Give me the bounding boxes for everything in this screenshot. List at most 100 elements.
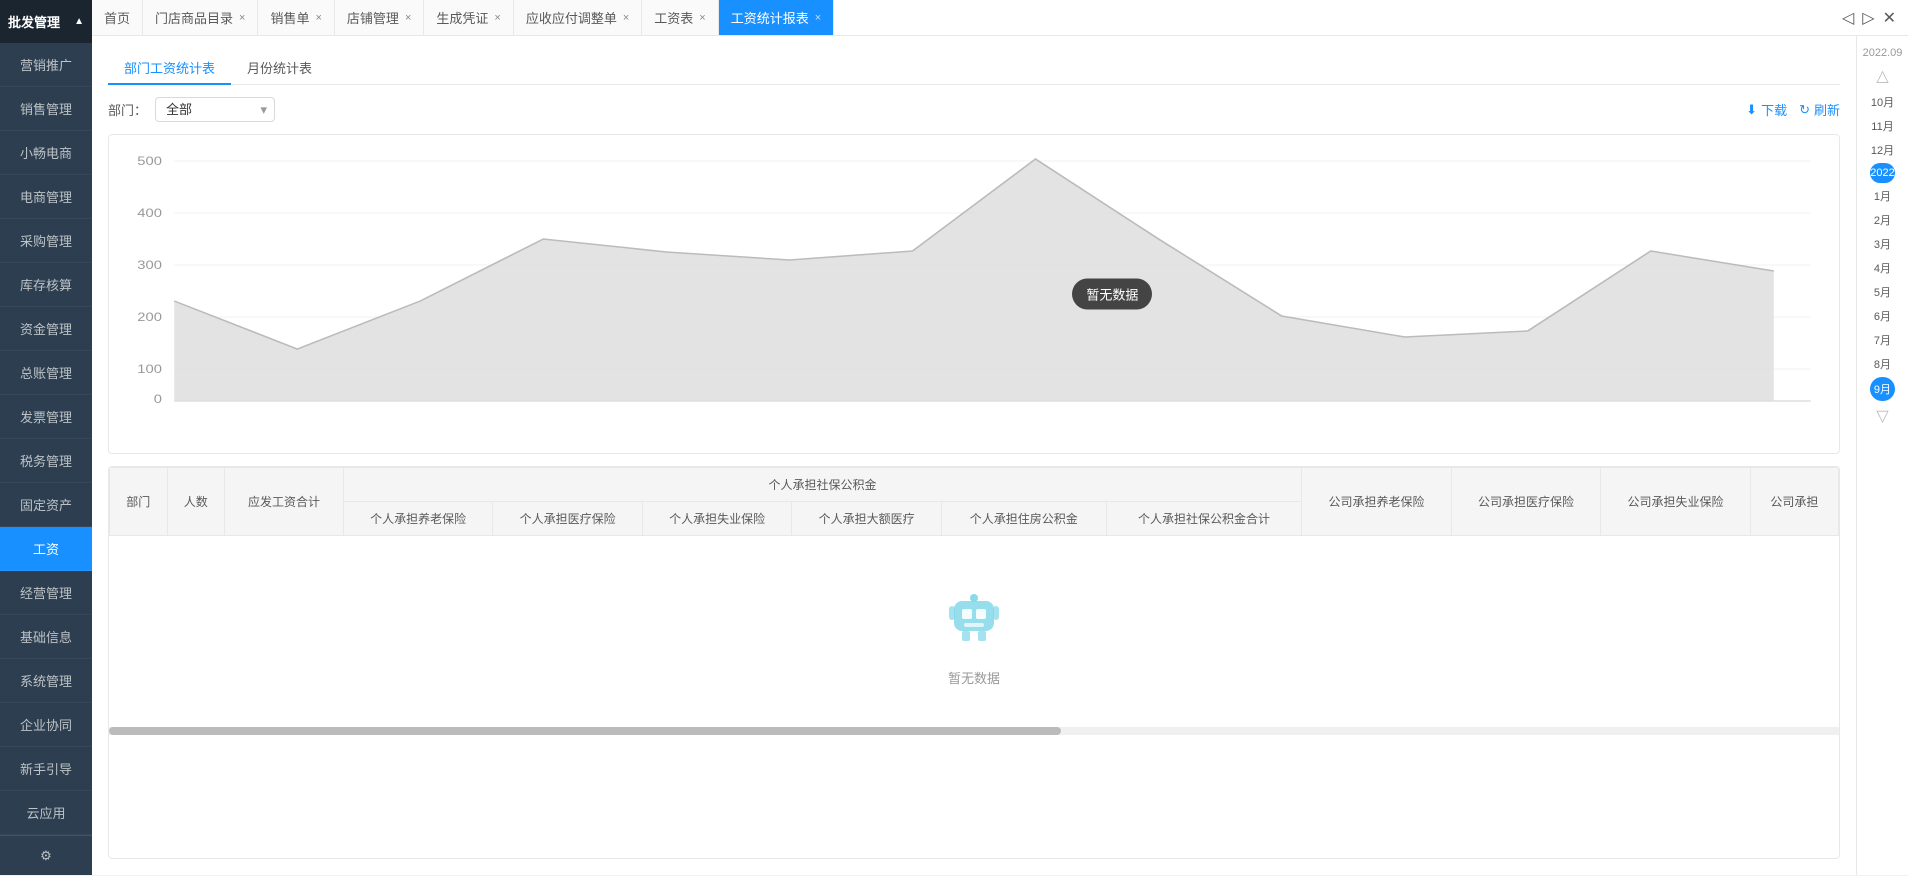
chart-area: 500 400 300 200 100 0 (108, 134, 1840, 454)
sidebar-item-库存核算[interactable]: 库存核算 (0, 263, 92, 307)
toolbar-right: ⬇ 下载 ↻ 刷新 (1746, 100, 1840, 119)
sidebar-item-资金管理[interactable]: 资金管理 (0, 307, 92, 351)
timeline-month-12月[interactable]: 12月 (1866, 138, 1898, 162)
toolbar-left: 部门： 全部 (108, 97, 275, 122)
tab-close-all-icon[interactable]: ✕ (1879, 8, 1900, 28)
th-personal-pension: 个人承担养老保险 (343, 502, 493, 536)
svg-text:0: 0 (154, 392, 162, 405)
sidebar-item-营销推广[interactable]: 营销推广 (0, 43, 92, 87)
empty-state: 暂无数据 (109, 536, 1839, 727)
tab-close-icon[interactable]: × (699, 12, 705, 24)
th-personal-housing: 个人承担住房公积金 (941, 502, 1106, 536)
sidebar-title: 批发管理 (8, 12, 60, 31)
svg-text:400: 400 (137, 206, 162, 219)
sidebar-item-企业协同[interactable]: 企业协同 (0, 703, 92, 747)
sidebar-settings[interactable]: ⚙ (0, 835, 92, 876)
sidebar-item-税务管理[interactable]: 税务管理 (0, 439, 92, 483)
timeline-month-1月[interactable]: 1月 (1866, 184, 1898, 208)
tab-工资表[interactable]: 工资表× (642, 0, 718, 35)
timeline-month-11月[interactable]: 11月 (1866, 114, 1898, 138)
empty-robot-icon (934, 576, 1014, 656)
sidebar-header[interactable]: 批发管理 ▲ (0, 0, 92, 43)
th-personal-unemp: 个人承担失业保险 (642, 502, 792, 536)
sidebar-item-经营管理[interactable]: 经营管理 (0, 571, 92, 615)
tab-销售单[interactable]: 销售单× (258, 0, 334, 35)
sub-tab-month[interactable]: 月份统计表 (231, 52, 328, 85)
th-company-medical: 公司承担医疗保险 (1451, 468, 1601, 536)
timeline-month-4月[interactable]: 4月 (1866, 256, 1898, 280)
tab-首页[interactable]: 首页 (92, 0, 143, 35)
sub-tab-dept[interactable]: 部门工资统计表 (108, 52, 231, 85)
sidebar-item-总账管理[interactable]: 总账管理 (0, 351, 92, 395)
download-action[interactable]: ⬇ 下载 (1746, 100, 1787, 119)
tab-prev-icon[interactable]: ◁ (1838, 8, 1858, 28)
sidebar-item-固定资产[interactable]: 固定资产 (0, 483, 92, 527)
sidebar-item-销售管理[interactable]: 销售管理 (0, 87, 92, 131)
sidebar-item-基础信息[interactable]: 基础信息 (0, 615, 92, 659)
sidebar-item-电商管理[interactable]: 电商管理 (0, 175, 92, 219)
sidebar-item-云应用[interactable]: 云应用 (0, 791, 92, 835)
svg-text:300: 300 (137, 258, 162, 271)
timeline-month-7月[interactable]: 7月 (1866, 328, 1898, 352)
timeline-up-nav[interactable]: △ (1876, 62, 1888, 90)
dept-label: 部门： (108, 100, 147, 119)
settings-icon: ⚙ (40, 848, 52, 863)
timeline-month-8月[interactable]: 8月 (1866, 352, 1898, 376)
chart-tooltip: 暂无数据 (1072, 279, 1152, 310)
content-area: 部门工资统计表 月份统计表 部门： 全部 ⬇ 下载 (92, 36, 1908, 875)
sub-tabs: 部门工资统计表 月份统计表 (108, 52, 1840, 85)
sidebar-item-新手引导[interactable]: 新手引导 (0, 747, 92, 791)
refresh-icon: ↻ (1799, 102, 1810, 118)
svg-text:500: 500 (137, 154, 162, 167)
timeline-month-2月[interactable]: 2月 (1866, 208, 1898, 232)
page-content: 部门工资统计表 月份统计表 部门： 全部 ⬇ 下载 (92, 36, 1856, 875)
th-company-pension: 公司承担养老保险 (1302, 468, 1452, 536)
table-container[interactable]: 部门 人数 应发工资合计 个人承担社保公积金 公司承担养老保险 公司承担医疗保险… (108, 466, 1840, 859)
th-personal-medical: 个人承担医疗保险 (493, 502, 643, 536)
timeline-month-6月[interactable]: 6月 (1866, 304, 1898, 328)
tab-next-icon[interactable]: ▷ (1858, 8, 1878, 28)
tab-close-icon[interactable]: × (315, 12, 321, 24)
th-company-other: 公司承担 (1750, 468, 1838, 536)
timeline-month-10月[interactable]: 10月 (1866, 90, 1898, 114)
timeline-month-3月[interactable]: 3月 (1866, 232, 1898, 256)
empty-text: 暂无数据 (948, 668, 1000, 687)
dept-select-wrapper: 全部 (155, 97, 275, 122)
th-group-personal: 个人承担社保公积金 (343, 468, 1301, 502)
tab-店铺管理[interactable]: 店铺管理× (335, 0, 424, 35)
download-label: 下载 (1761, 100, 1787, 119)
sidebar-item-采购管理[interactable]: 采购管理 (0, 219, 92, 263)
table-scrollbar[interactable] (109, 727, 1061, 735)
toolbar: 部门： 全部 ⬇ 下载 ↻ 刷新 (108, 97, 1840, 122)
tab-close-icon[interactable]: × (815, 12, 821, 24)
tab-bar: 首页门店商品目录×销售单×店铺管理×生成凭证×应收应付调整单×工资表×工资统计报… (92, 0, 1908, 36)
timeline-down-nav[interactable]: ▽ (1876, 402, 1888, 430)
svg-text:200: 200 (137, 310, 162, 323)
chart-svg: 500 400 300 200 100 0 (125, 151, 1823, 411)
tab-close-icon[interactable]: × (623, 12, 629, 24)
th-dept: 部门 (110, 468, 168, 536)
tab-门店商品目录[interactable]: 门店商品目录× (143, 0, 258, 35)
sidebar-item-小畅电商[interactable]: 小畅电商 (0, 131, 92, 175)
sidebar-item-工资[interactable]: 工资 (0, 527, 92, 571)
sidebar-item-发票管理[interactable]: 发票管理 (0, 395, 92, 439)
th-personal-total: 个人承担社保公积金合计 (1106, 502, 1302, 536)
tab-close-icon[interactable]: × (405, 12, 411, 24)
tab-应收应付调整单[interactable]: 应收应付调整单× (514, 0, 642, 35)
th-people: 人数 (167, 468, 225, 536)
timeline-month-9月[interactable]: 9月 (1870, 377, 1894, 401)
download-icon: ⬇ (1746, 102, 1757, 118)
timeline-month-2022[interactable]: 2022 (1870, 163, 1894, 183)
tab-close-icon[interactable]: × (239, 12, 245, 24)
timeline-month-5月[interactable]: 5月 (1866, 280, 1898, 304)
timeline-panel: 2022.09 △ 10月11月12月20221月2月3月4月5月6月7月8月9… (1856, 36, 1908, 875)
tab-close-icon[interactable]: × (494, 12, 500, 24)
tab-生成凭证[interactable]: 生成凭证× (424, 0, 513, 35)
tab-工资统计报表[interactable]: 工资统计报表× (719, 0, 834, 35)
svg-text:100: 100 (137, 362, 162, 375)
sidebar-toggle-icon: ▲ (74, 16, 84, 27)
refresh-action[interactable]: ↻ 刷新 (1799, 100, 1840, 119)
sidebar-item-系统管理[interactable]: 系统管理 (0, 659, 92, 703)
dept-select[interactable]: 全部 (155, 97, 275, 122)
tab-bar-actions: ◁ ▷ ✕ (1838, 8, 1908, 28)
